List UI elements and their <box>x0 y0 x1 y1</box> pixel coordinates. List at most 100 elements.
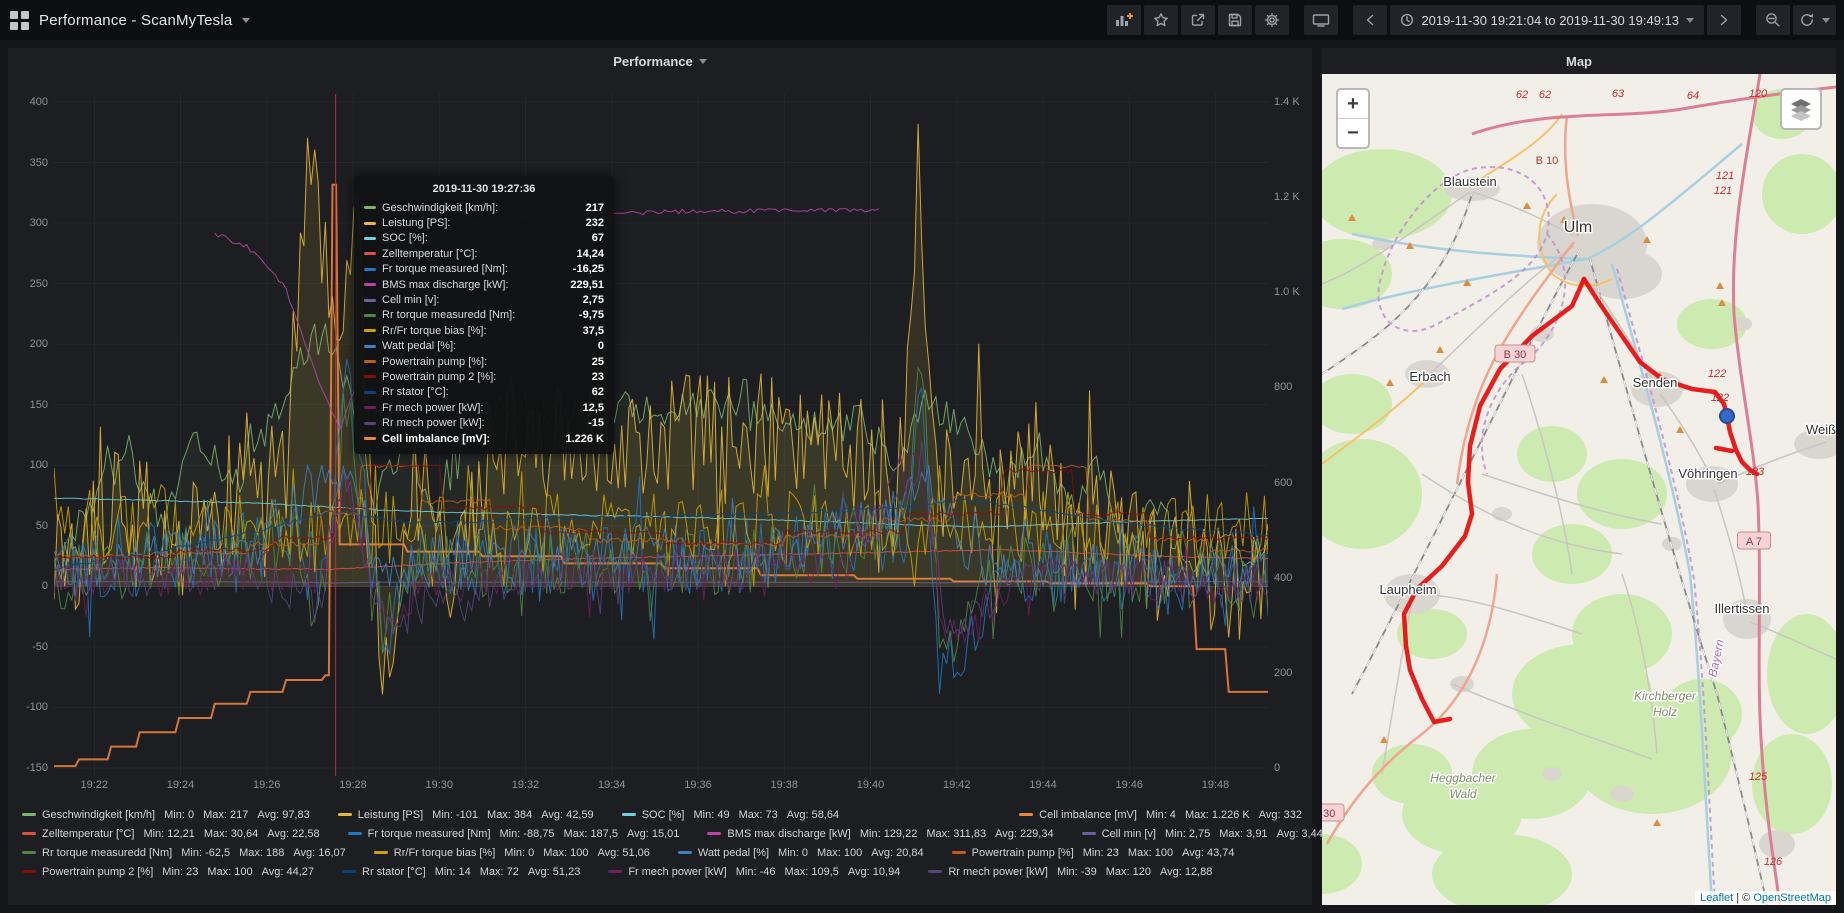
layers-button[interactable] <box>1780 88 1822 130</box>
chart-panel: Performance 400 350 300 250 200 150 100 50 0 -50-… <box>8 48 1323 905</box>
add-panel-button[interactable] <box>1107 5 1142 35</box>
y-left-tick: 0 <box>41 580 48 593</box>
legend-item[interactable]: Rr torque measuredd [Nm] Min: -62,5 Max: 1… <box>22 847 346 859</box>
y-right-tick: 600 <box>1274 476 1293 489</box>
y-left-tick: -100 <box>25 701 48 714</box>
y-axis-left: 400 350 300 250 200 150 100 50 0 -50 -100 -150 <box>8 94 48 776</box>
map-attribution: Leaflet | © OpenStreetMap <box>1695 891 1836 905</box>
legend-item[interactable]: Zelltemperatur [°C] Min: 12,21 Max: 30,64 A… <box>22 828 320 840</box>
legend-item[interactable]: BMS max discharge [kW] Min: 129,22 Max: 31… <box>707 827 1054 840</box>
road-badge-label: B 30 <box>1504 349 1527 361</box>
chart-tooltip: 2019-11-30 19:27:36 Geschwindigkeit [km/… <box>354 176 614 455</box>
y-left-tick: 150 <box>29 398 48 411</box>
legend-item[interactable]: Cell imbalance [mV] Min: 4 Max: 1.226 K Avg… <box>1019 809 1302 821</box>
y-left-tick: 350 <box>29 156 48 169</box>
legend-row: Powertrain pump 2 [%] Min: 23 Max: 100 Avg:… <box>22 862 1302 881</box>
chevron-left-icon <box>1367 14 1374 26</box>
settings-button[interactable] <box>1255 5 1290 35</box>
legend-series-name: Powertrain pump [%] <box>971 846 1074 859</box>
legend-stat-max: Max: 217 <box>203 808 249 821</box>
legend-stat-avg: Avg: 16,07 <box>293 846 346 859</box>
position-marker[interactable] <box>1719 408 1735 424</box>
exit-number-label: 121 <box>1714 185 1732 197</box>
chart-panel-title[interactable]: Performance <box>8 48 1312 74</box>
tooltip-series-value: -15 <box>588 417 604 430</box>
apps-grid-icon[interactable] <box>10 10 29 30</box>
legend-stat-avg: Avg: 42,59 <box>541 808 594 821</box>
series-color-dash <box>364 329 376 333</box>
refresh-button[interactable] <box>1793 5 1836 35</box>
gear-icon <box>1265 12 1280 28</box>
leaflet-map[interactable]: B 30 A 7 B 30 B 10 62 62 63 64 120 121 121 122 122 12… <box>1322 74 1836 905</box>
map-panel-title[interactable]: Map <box>1322 48 1836 74</box>
legend-item[interactable]: Fr mech power [kW] Min: -46 Max: 109,5 Avg:… <box>608 866 900 878</box>
time-forward-button[interactable] <box>1707 5 1741 35</box>
zoom-out-button[interactable]: − <box>1338 118 1368 147</box>
exit-number-label: 63 <box>1612 88 1625 100</box>
legend-stat-avg: Avg: 43,74 <box>1182 846 1235 859</box>
osm-link[interactable]: OpenStreetMap <box>1753 892 1831 904</box>
share-button[interactable] <box>1181 5 1216 35</box>
legend-series-name: Rr mech power [kW] <box>948 865 1048 878</box>
series-color-dash <box>364 344 376 348</box>
exit-number-label: 123 <box>1746 466 1765 478</box>
legend-item[interactable]: Geschwindigkeit [km/h] Min: 0 Max: 217 Avg:… <box>22 809 310 821</box>
legend-item[interactable]: Rr/Fr torque bias [%] Min: 0 Max: 100 Avg: … <box>373 846 650 859</box>
legend-stat-max: Max: 100 <box>543 846 589 859</box>
save-button[interactable] <box>1218 5 1253 35</box>
x-tick: 19:42 <box>943 779 971 791</box>
legend-series-name: BMS max discharge [kW] <box>727 827 851 840</box>
time-range-picker[interactable]: 2019-11-30 19:21:04 to 2019-11-30 19:49:… <box>1390 5 1704 35</box>
tooltip-series-value: -16,25 <box>572 263 604 276</box>
legend-stat-max: Max: 100 <box>1127 846 1174 859</box>
zoom-out-button[interactable] <box>1756 5 1790 35</box>
exit-number-label: 122 <box>1711 392 1729 404</box>
legend-stat-avg: Avg: 20,84 <box>871 846 924 859</box>
time-back-button[interactable] <box>1353 5 1388 35</box>
map-panel: Map B 30 A 7 30 B 10 62 62 63 64 120 121… <box>1322 48 1836 905</box>
legend-item[interactable]: Watt pedal [%] Min: 0 Max: 100 Avg: 20,84 <box>677 846 924 859</box>
save-icon <box>1229 13 1242 27</box>
caret-down-icon[interactable] <box>242 17 251 23</box>
map-place-label: Erbach <box>1409 369 1450 384</box>
legend-item[interactable]: Leistung [PS] Min: -101 Max: 384 Avg: 42,59 <box>337 808 594 821</box>
legend-series-name: Rr torque measuredd [Nm] <box>42 846 173 859</box>
leaflet-link[interactable]: Leaflet <box>1700 892 1733 904</box>
series-color-dash <box>364 298 376 302</box>
legend-item[interactable]: Powertrain pump 2 [%] Min: 23 Max: 100 Avg:… <box>22 866 314 878</box>
star-button[interactable] <box>1144 5 1179 35</box>
legend-series-name: Rr stator [°C] <box>362 865 426 878</box>
legend-item[interactable]: SOC [%] Min: 49 Max: 73 Avg: 58,64 <box>621 809 839 821</box>
zoom-in-button[interactable]: + <box>1338 90 1368 118</box>
legend-stat-min: Min: -88,75 <box>499 827 555 840</box>
legend-stat-avg: Avg: 229,34 <box>995 827 1054 840</box>
series-color-dash <box>22 832 36 835</box>
legend-stat-avg: Avg: 44,27 <box>261 865 315 878</box>
legend-stat-max: Max: 1.226 K <box>1184 808 1250 821</box>
tooltip-series-label: Fr torque measured [Nm]: <box>382 263 508 276</box>
tv-icon <box>1313 14 1330 27</box>
series-color-dash <box>608 870 623 873</box>
tooltip-row: Cell imbalance [mV]: 1.226 K <box>364 431 604 446</box>
caret-down-icon[interactable] <box>1822 17 1830 23</box>
tooltip-row: Powertrain pump 2 [%]: 23 <box>364 369 604 384</box>
tooltip-series-label: Powertrain pump [%]: <box>382 355 488 368</box>
legend-item[interactable]: Fr torque measured [Nm] Min: -88,75 Max: 1… <box>347 827 679 840</box>
legend-stat-min: Min: 4 <box>1145 808 1176 821</box>
legend-stat-max: Max: 109,5 <box>784 865 839 878</box>
series-color-dash <box>22 851 36 854</box>
plot-area[interactable]: 2019-11-30 19:27:36 Geschwindigkeit [km/… <box>54 94 1268 776</box>
cycle-view-button[interactable] <box>1304 5 1339 35</box>
dashboard-title[interactable]: Performance - ScanMyTesla <box>39 12 232 29</box>
legend-item[interactable]: Cell min [v] Min: 2,75 Max: 3,91 Avg: 3,44 <box>1081 828 1323 840</box>
map-place-label: Laupheim <box>1379 582 1436 597</box>
legend-stat-min: Min: 14 <box>434 865 471 878</box>
tooltip-timestamp: 2019-11-30 19:27:36 <box>432 183 536 195</box>
legend-item[interactable]: Rr mech power [kW] Min: -39 Max: 120 Avg: 1… <box>928 866 1212 878</box>
caret-down-icon <box>1686 17 1694 23</box>
tooltip-series-label: Zelltemperatur [°C]: <box>382 247 478 260</box>
legend-item[interactable]: Rr stator [°C] Min: 14 Max: 72 Avg: 51,23 <box>342 866 580 878</box>
legend-item[interactable]: Powertrain pump [%] Min: 23 Max: 100 Avg: 4… <box>951 846 1235 859</box>
exit-number-label: 64 <box>1687 90 1699 102</box>
tooltip-series-label: SOC [%]: <box>382 232 428 245</box>
